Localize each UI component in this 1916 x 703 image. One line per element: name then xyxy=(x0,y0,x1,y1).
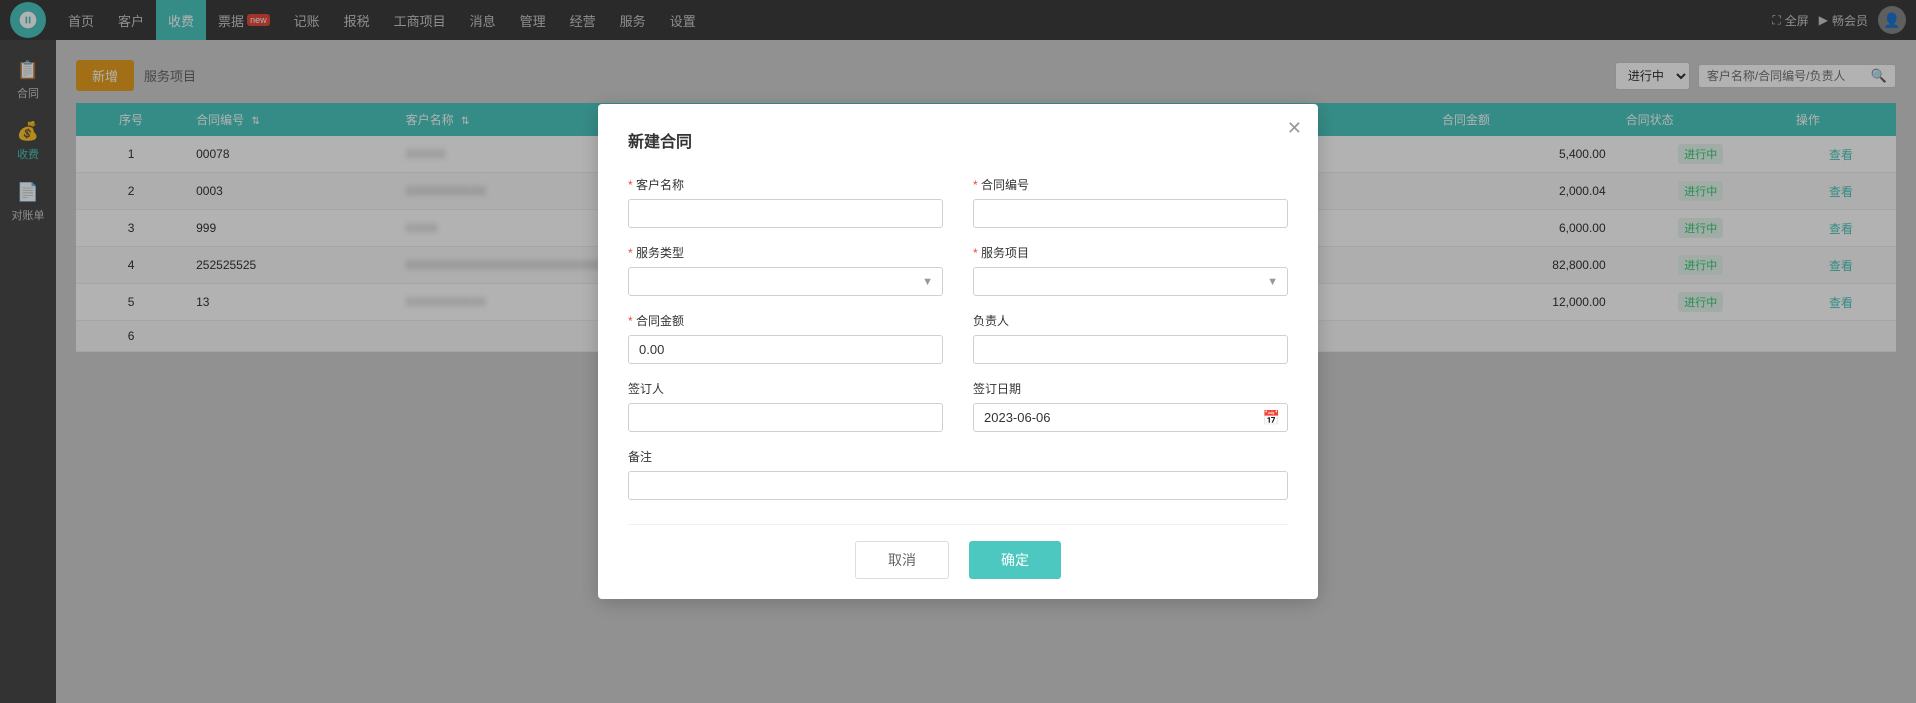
new-contract-modal: 新建合同 ✕ 客户名称 合同编号 服务类型 ▼ 服务项目 xyxy=(598,104,1318,599)
sign-date-label: 签订日期 xyxy=(973,380,1288,397)
field-signer: 签订人 xyxy=(628,380,943,432)
field-contract-amount: 合同金额 xyxy=(628,312,943,364)
customer-name-input[interactable] xyxy=(628,199,943,228)
contract-no-label: 合同编号 xyxy=(973,176,1288,193)
field-customer-name: 客户名称 xyxy=(628,176,943,228)
sign-date-wrap: 📅 xyxy=(973,403,1288,432)
service-item-select[interactable] xyxy=(973,267,1288,296)
field-sign-date: 签订日期 📅 xyxy=(973,380,1288,432)
field-contract-no: 合同编号 xyxy=(973,176,1288,228)
field-remark: 备注 xyxy=(628,448,1288,500)
modal-footer: 取消 确定 xyxy=(628,524,1288,579)
modal-close-button[interactable]: ✕ xyxy=(1287,118,1302,139)
field-service-type: 服务类型 ▼ xyxy=(628,244,943,296)
signer-label: 签订人 xyxy=(628,380,943,397)
contract-no-input[interactable] xyxy=(973,199,1288,228)
field-responsible: 负责人 xyxy=(973,312,1288,364)
modal-title: 新建合同 xyxy=(628,128,1288,152)
service-item-label: 服务项目 xyxy=(973,244,1288,261)
field-service-item: 服务项目 ▼ xyxy=(973,244,1288,296)
contract-amount-input[interactable] xyxy=(628,335,943,364)
responsible-label: 负责人 xyxy=(973,312,1288,329)
remark-label: 备注 xyxy=(628,448,1288,465)
service-type-select-wrap: ▼ xyxy=(628,267,943,296)
service-type-select[interactable] xyxy=(628,267,943,296)
form-grid: 客户名称 合同编号 服务类型 ▼ 服务项目 ▼ xyxy=(628,176,1288,500)
service-type-label: 服务类型 xyxy=(628,244,943,261)
responsible-input[interactable] xyxy=(973,335,1288,364)
modal-overlay: 新建合同 ✕ 客户名称 合同编号 服务类型 ▼ 服务项目 xyxy=(0,0,1916,703)
remark-input[interactable] xyxy=(628,471,1288,500)
cancel-button[interactable]: 取消 xyxy=(855,541,949,579)
confirm-button[interactable]: 确定 xyxy=(969,541,1061,579)
sign-date-input[interactable] xyxy=(973,403,1288,432)
contract-amount-label: 合同金额 xyxy=(628,312,943,329)
customer-name-label: 客户名称 xyxy=(628,176,943,193)
signer-input[interactable] xyxy=(628,403,943,432)
service-item-select-wrap: ▼ xyxy=(973,267,1288,296)
